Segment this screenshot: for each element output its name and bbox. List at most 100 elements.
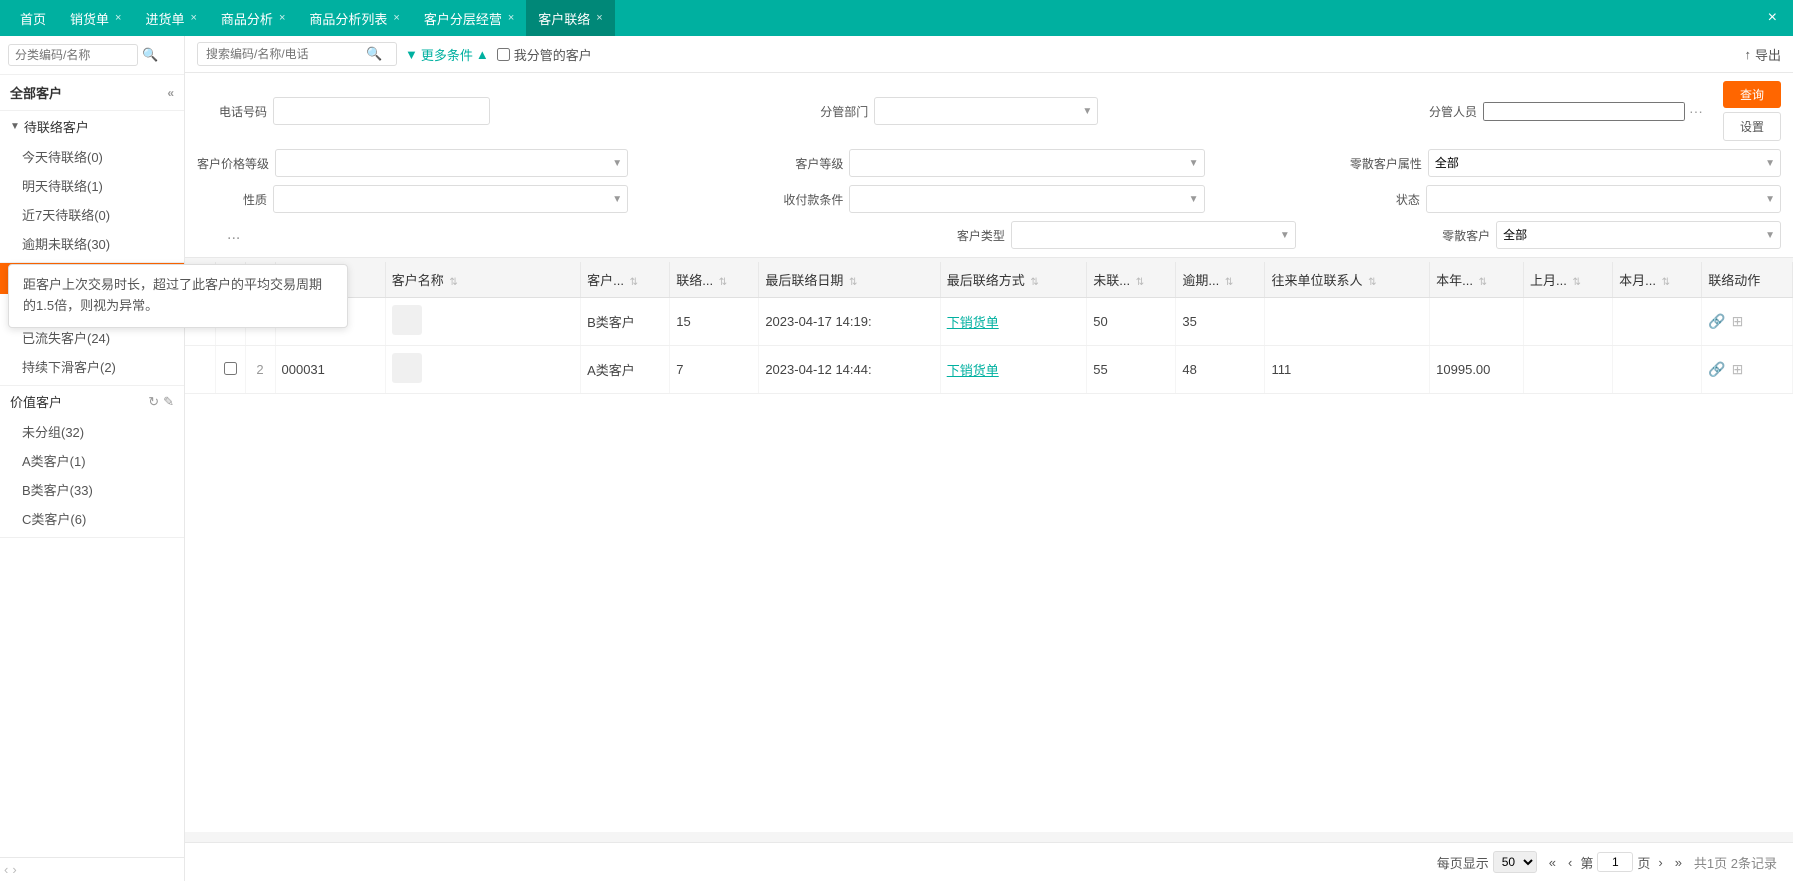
value-customer-group: 价值客户 ↻ ✎ 未分组(32) A类客户(1) B类客户(33) C类客户(6… xyxy=(0,386,184,538)
horizontal-scrollbar[interactable] xyxy=(185,832,1793,842)
row2-checkbox[interactable] xyxy=(224,362,237,375)
close-customer-tier-icon[interactable]: × xyxy=(508,12,514,24)
nav-customer-contact[interactable]: 客户联络 × xyxy=(526,0,614,36)
row1-name xyxy=(385,298,580,346)
filter-search-input[interactable] xyxy=(206,47,366,61)
col-header-overdue[interactable]: 逾期... ⇅ xyxy=(1176,262,1265,298)
col-header-last-contact-date[interactable]: 最后联络日期 ⇅ xyxy=(759,262,940,298)
sidebar-item-class-b[interactable]: B类客户(33) xyxy=(0,475,184,504)
col-header-contact[interactable]: 联络... ⇅ xyxy=(670,262,759,298)
sidebar-item-unclassified[interactable]: 未分组(32) xyxy=(0,417,184,446)
col-header-unit-contact[interactable]: 往来单位联系人 ⇅ xyxy=(1265,262,1430,298)
close-customer-contact-icon[interactable]: × xyxy=(596,12,602,24)
table-body: 1 000039 B类客户 15 2023-04-17 14:19: 下销货单 … xyxy=(185,298,1793,394)
close-purchase-order-icon[interactable]: × xyxy=(190,12,196,24)
table-row: 1 000039 B类客户 15 2023-04-17 14:19: 下销货单 … xyxy=(185,298,1793,346)
filter-retail-attr-field: 零散客户属性 全部 ▼ xyxy=(1350,149,1781,177)
sidebar-item-7day-contact[interactable]: 近7天待联络(0) xyxy=(0,200,184,229)
payment-select-wrapper: ▼ xyxy=(849,185,1204,213)
more-fields-button[interactable]: ... xyxy=(223,226,244,244)
refresh-icon[interactable]: ↻ xyxy=(148,394,159,410)
filter-retail-attr-select[interactable]: 全部 xyxy=(1428,149,1781,177)
filter-dept-select[interactable] xyxy=(874,97,1098,125)
sidebar-item-tomorrow-contact[interactable]: 明天待联络(1) xyxy=(0,171,184,200)
sidebar-item-declining[interactable]: 持续下滑客户(2) xyxy=(0,352,184,381)
row2-overdue: 48 xyxy=(1176,346,1265,394)
filter-customer-type-select[interactable] xyxy=(1011,221,1296,249)
col-header-name[interactable]: 客户名称 ⇅ xyxy=(385,262,580,298)
query-button[interactable]: 查询 xyxy=(1723,81,1781,108)
nav-first-button[interactable]: « xyxy=(1545,853,1560,872)
edit-icon[interactable]: ✎ xyxy=(163,394,174,410)
nav-home[interactable]: 首页 xyxy=(8,0,58,36)
row2-name xyxy=(385,346,580,394)
value-group-label: 价值客户 xyxy=(10,392,62,411)
nav-last-button[interactable]: » xyxy=(1671,853,1686,872)
col-header-this-month[interactable]: 本月... ⇅ xyxy=(1613,262,1702,298)
row1-last-month xyxy=(1523,298,1612,346)
nav-product-analysis-list[interactable]: 商品分析列表 × xyxy=(297,0,411,36)
close-product-list-icon[interactable]: × xyxy=(393,12,399,24)
row1-link-icon[interactable]: 🔗 xyxy=(1708,313,1725,330)
page-number-input[interactable] xyxy=(1597,852,1633,872)
filter-manager-input[interactable] xyxy=(1483,102,1685,121)
filter-row-3: 性质 ▼ 收付款条件 ▼ xyxy=(197,185,1781,213)
more-conditions-button[interactable]: ▼ 更多条件 ▲ xyxy=(405,45,489,64)
sidebar-item-class-a[interactable]: A类客户(1) xyxy=(0,446,184,475)
settings-button[interactable]: 设置 xyxy=(1723,112,1781,141)
sidebar-item-today-contact[interactable]: 今天待联络(0) xyxy=(0,142,184,171)
filter-retail-customer-select[interactable]: 全部 xyxy=(1496,221,1781,249)
col-header-uncontacted[interactable]: 未联... ⇅ xyxy=(1087,262,1176,298)
filter-retail-customer-label: 零散客户 xyxy=(1420,227,1490,244)
col-header-level[interactable]: 客户... ⇅ xyxy=(581,262,670,298)
row1-last-method: 下销货单 xyxy=(940,298,1087,346)
row2-this-month xyxy=(1613,346,1702,394)
close-sales-order-icon[interactable]: × xyxy=(115,12,121,24)
manager-ellipsis-button[interactable]: ··· xyxy=(1685,103,1707,119)
nav-prev-button[interactable]: ‹ xyxy=(1564,853,1576,872)
sort-this-year-icon: ⇅ xyxy=(1479,277,1487,288)
row2-contact: 7 xyxy=(670,346,759,394)
nav-product-analysis[interactable]: 商品分析 × xyxy=(209,0,297,36)
col-header-this-year[interactable]: 本年... ⇅ xyxy=(1430,262,1524,298)
sidebar-nav-right-icon[interactable]: › xyxy=(12,862,16,877)
nav-next-button[interactable]: › xyxy=(1654,853,1666,872)
nav-customer-tier[interactable]: 客户分层经营 × xyxy=(412,0,526,36)
pagination-bar: 每页显示 50 « ‹ 第 页 › » 共1页 2条记录 xyxy=(185,842,1793,881)
close-product-analysis-icon[interactable]: × xyxy=(279,12,285,24)
sidebar-nav-left-icon[interactable]: ‹ xyxy=(4,862,8,877)
sidebar-search-icon[interactable]: 🔍 xyxy=(142,47,158,63)
filter-phone-input[interactable] xyxy=(273,97,490,125)
row1-grid-icon[interactable]: ⊞ xyxy=(1732,313,1744,330)
row2-num: 2 xyxy=(245,346,275,394)
row2-method-link[interactable]: 下销货单 xyxy=(947,363,999,378)
row2-check[interactable] xyxy=(215,346,245,394)
filter-status-select[interactable] xyxy=(1426,185,1781,213)
total-pages-label: 页 xyxy=(1637,853,1650,872)
filter-gender-select[interactable] xyxy=(273,185,628,213)
sidebar-search-input[interactable] xyxy=(8,44,138,66)
export-button[interactable]: ↑ 导出 xyxy=(1744,45,1781,64)
my-customers-checkbox[interactable] xyxy=(497,48,510,61)
data-table-container: ⚙ 客户编码 ⇅ 客户名称 ⇅ 客户... ⇅ xyxy=(185,262,1793,832)
row1-unit-contact xyxy=(1265,298,1430,346)
window-close-button[interactable]: × xyxy=(1760,9,1785,27)
filter-price-level-select[interactable] xyxy=(275,149,628,177)
sidebar-item-class-c[interactable]: C类客户(6) xyxy=(0,504,184,533)
nav-sales-order[interactable]: 销货单 × xyxy=(58,0,133,36)
advanced-filter-panel: 电话号码 分管部门 ▼ 分管人员 xyxy=(185,73,1793,258)
row2-grid-icon[interactable]: ⊞ xyxy=(1732,361,1744,378)
filter-payment-select[interactable] xyxy=(849,185,1204,213)
row1-method-link[interactable]: 下销货单 xyxy=(947,315,999,330)
col-header-last-contact-method[interactable]: 最后联络方式 ⇅ xyxy=(940,262,1087,298)
row2-link-icon[interactable]: 🔗 xyxy=(1708,361,1725,378)
row1-overdue: 35 xyxy=(1176,298,1265,346)
filter-customer-level-select[interactable] xyxy=(849,149,1204,177)
filter-search-icon[interactable]: 🔍 xyxy=(366,46,382,62)
sidebar-collapse-button[interactable]: « xyxy=(167,86,174,100)
nav-purchase-order[interactable]: 进货单 × xyxy=(133,0,208,36)
pending-section-title[interactable]: ▼ 待联络客户 xyxy=(0,111,184,142)
sidebar-item-overdue-contact[interactable]: 逾期未联络(30) xyxy=(0,229,184,258)
col-header-last-month[interactable]: 上月... ⇅ xyxy=(1523,262,1612,298)
per-page-select[interactable]: 50 xyxy=(1493,851,1537,873)
